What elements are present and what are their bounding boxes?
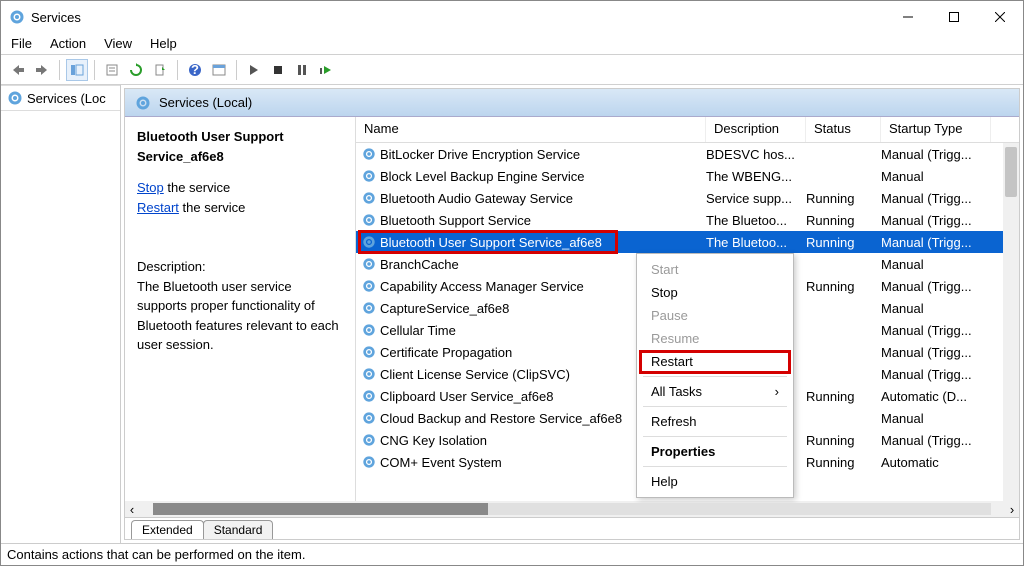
titlebar: Services (1, 1, 1023, 33)
description-heading: Description: (137, 257, 343, 277)
close-button[interactable] (977, 1, 1023, 33)
services-window: Services File Action View Help ? (0, 0, 1024, 566)
help-button[interactable]: ? (184, 59, 206, 81)
service-row[interactable]: Bluetooth User Support Service_af6e8The … (356, 231, 1019, 253)
properties-button[interactable] (101, 59, 123, 81)
selected-service-name: Bluetooth User Support Service_af6e8 (137, 127, 343, 166)
ctx-help[interactable]: Help (637, 470, 793, 493)
ctx-pause: Pause (637, 304, 793, 327)
minimize-button[interactable] (885, 1, 931, 33)
back-button[interactable] (7, 59, 29, 81)
gear-icon (135, 95, 151, 111)
gear-icon (362, 147, 376, 161)
gear-icon (362, 169, 376, 183)
horizontal-scrollbar[interactable]: ‹› (125, 501, 1019, 517)
service-row[interactable]: Bluetooth Audio Gateway ServiceService s… (356, 187, 1019, 209)
main-panel: Services (Local) Bluetooth User Support … (124, 88, 1020, 540)
ctx-refresh[interactable]: Refresh (637, 410, 793, 433)
service-row[interactable]: Block Level Backup Engine ServiceThe WBE… (356, 165, 1019, 187)
services-list[interactable]: Name Description Status Startup Type Bit… (355, 117, 1019, 501)
detail-pane: Bluetooth User Support Service_af6e8 Sto… (125, 117, 355, 501)
stop-service-button[interactable] (267, 59, 289, 81)
restart-link[interactable]: Restart (137, 200, 179, 215)
description-text: The Bluetooth user service supports prop… (137, 277, 343, 355)
col-name[interactable]: Name (356, 117, 706, 142)
col-status[interactable]: Status (806, 117, 881, 142)
export-button[interactable] (149, 59, 171, 81)
col-startup[interactable]: Startup Type (881, 117, 991, 142)
maximize-button[interactable] (931, 1, 977, 33)
restart-service-button[interactable] (315, 59, 337, 81)
gear-icon (362, 235, 376, 249)
gear-icon (362, 301, 376, 315)
tab-standard[interactable]: Standard (203, 520, 274, 539)
menu-file[interactable]: File (11, 36, 32, 51)
console-tree[interactable]: Services (Loc (1, 85, 121, 543)
menu-help[interactable]: Help (150, 36, 177, 51)
gear-icon (7, 90, 23, 106)
gear-icon (362, 257, 376, 271)
gear-icon (362, 411, 376, 425)
ctx-all-tasks[interactable]: All Tasks› (637, 380, 793, 403)
menu-action[interactable]: Action (50, 36, 86, 51)
service-row[interactable]: Bluetooth Support ServiceThe Bluetoo...R… (356, 209, 1019, 231)
pause-service-button[interactable] (291, 59, 313, 81)
window-title: Services (31, 10, 885, 25)
gear-icon (362, 433, 376, 447)
gear-icon (362, 389, 376, 403)
ctx-properties[interactable]: Properties (637, 440, 793, 463)
toolbar-icon[interactable] (208, 59, 230, 81)
vertical-scrollbar[interactable] (1003, 143, 1019, 501)
col-description[interactable]: Description (706, 117, 806, 142)
gear-icon (362, 191, 376, 205)
view-tabs: Extended Standard (125, 517, 1019, 539)
chevron-right-icon: › (775, 384, 779, 399)
svg-text:?: ? (191, 63, 199, 77)
tree-node-services[interactable]: Services (Loc (1, 85, 120, 111)
gear-icon (362, 455, 376, 469)
services-icon (9, 9, 25, 25)
panel-header: Services (Local) (125, 89, 1019, 117)
menubar: File Action View Help (1, 33, 1023, 55)
ctx-restart[interactable]: Restart (637, 350, 793, 373)
context-menu: Start Stop Pause Resume Restart All Task… (636, 253, 794, 498)
gear-icon (362, 279, 376, 293)
gear-icon (362, 345, 376, 359)
gear-icon (362, 367, 376, 381)
forward-button[interactable] (31, 59, 53, 81)
tab-extended[interactable]: Extended (131, 520, 204, 539)
ctx-resume: Resume (637, 327, 793, 350)
stop-link[interactable]: Stop (137, 180, 164, 195)
ctx-stop[interactable]: Stop (637, 281, 793, 304)
refresh-button[interactable] (125, 59, 147, 81)
toolbar: ? (1, 55, 1023, 85)
menu-view[interactable]: View (104, 36, 132, 51)
service-row[interactable]: BitLocker Drive Encryption ServiceBDESVC… (356, 143, 1019, 165)
start-service-button[interactable] (243, 59, 265, 81)
gear-icon (362, 323, 376, 337)
status-bar: Contains actions that can be performed o… (1, 543, 1023, 565)
show-hide-tree-button[interactable] (66, 59, 88, 81)
ctx-start: Start (637, 258, 793, 281)
gear-icon (362, 213, 376, 227)
column-headers[interactable]: Name Description Status Startup Type (356, 117, 1019, 143)
